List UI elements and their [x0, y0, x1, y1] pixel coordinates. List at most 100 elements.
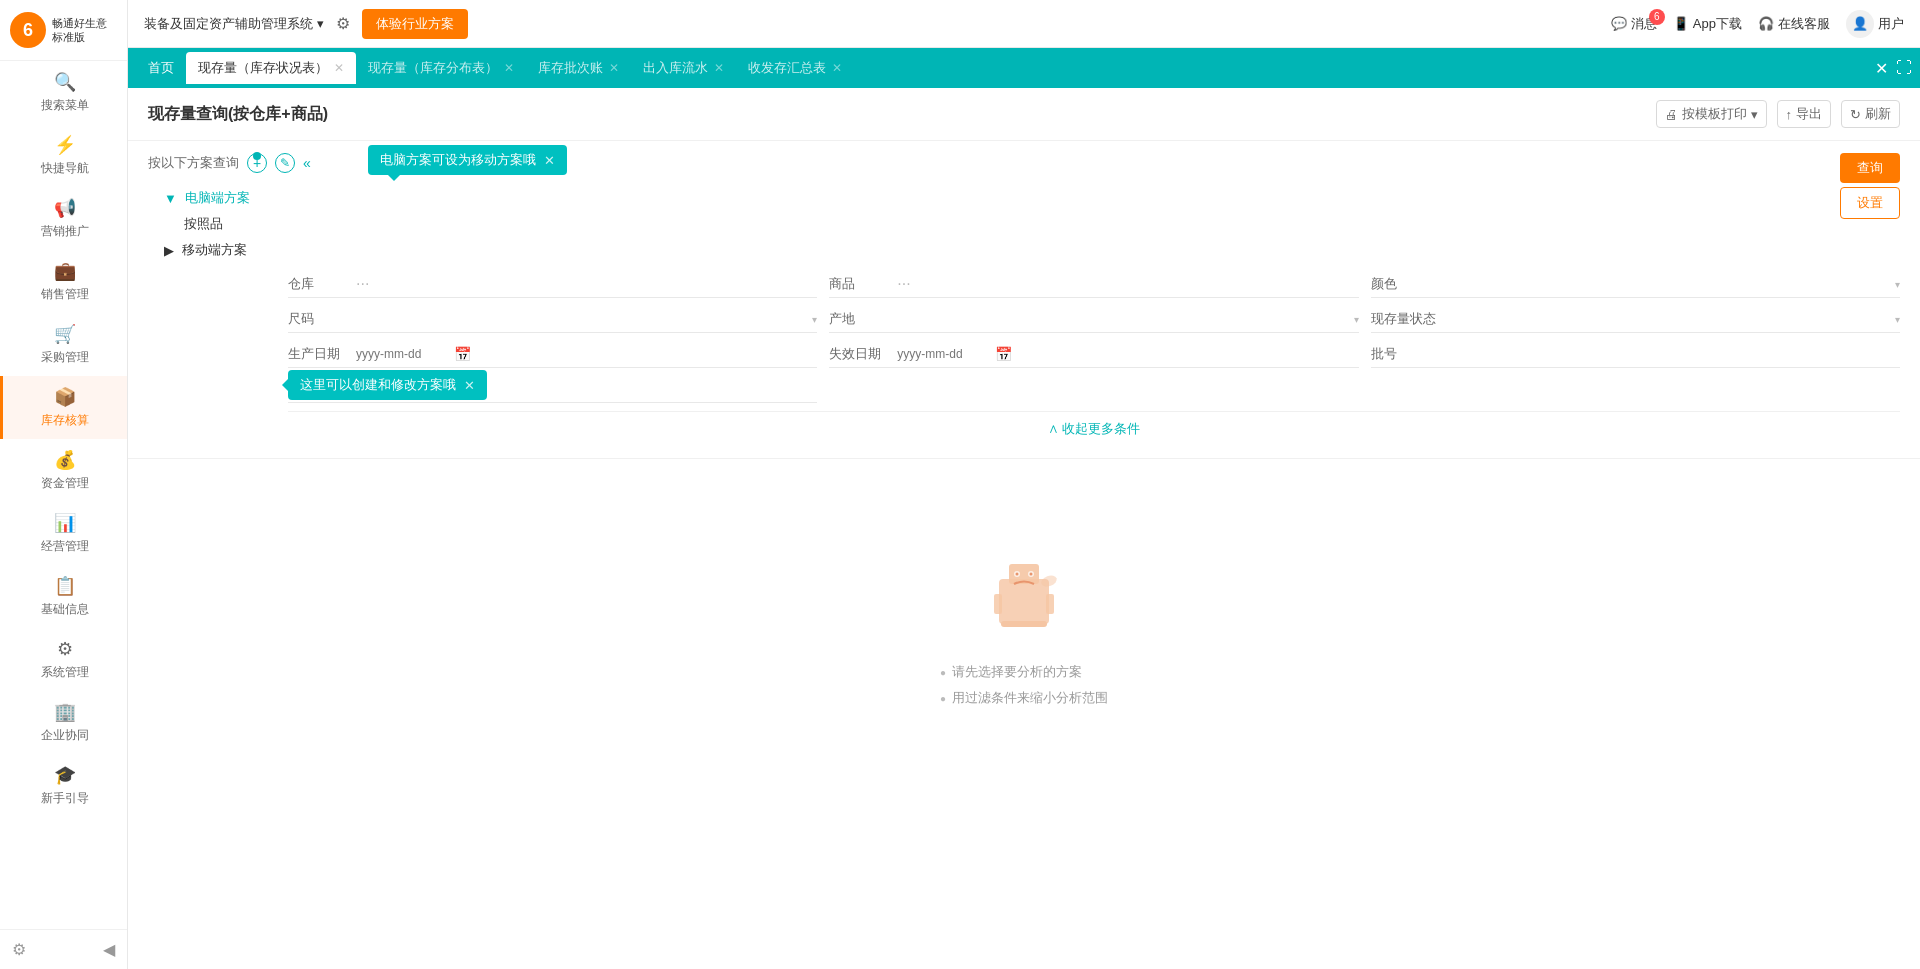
tab-close-inout[interactable]: ✕ [714, 61, 724, 75]
sales-icon: 💼 [54, 260, 76, 282]
sidebar-item-operations[interactable]: 📊 经营管理 [0, 502, 127, 565]
warehouse-dots: ··· [356, 275, 369, 293]
svg-rect-6 [994, 594, 1002, 614]
sidebar-item-inventory[interactable]: 📦 库存核算 [0, 376, 127, 439]
filter-header: 按以下方案查询 + ✎ « 电脑方案可设为移动方案哦 ✕ [148, 153, 1900, 173]
tab-close-inventory-status[interactable]: ✕ [334, 61, 344, 75]
tab-close-all-icon[interactable]: ✕ [1875, 59, 1888, 78]
settings-icon[interactable]: ⚙ [12, 940, 26, 959]
tab-inout-flow[interactable]: 出入库流水 ✕ [631, 52, 736, 84]
refresh-btn[interactable]: ↻ 刷新 [1841, 100, 1900, 128]
system-selector[interactable]: 装备及固定资产辅助管理系统 ▾ [144, 15, 324, 33]
size-input[interactable] [356, 312, 804, 327]
tab-fullscreen-icon[interactable]: ⛶ [1896, 59, 1912, 78]
empty-tip-1: 请先选择要分析的方案 [940, 659, 1108, 685]
batch-input[interactable] [1439, 347, 1900, 362]
search-btn[interactable]: 查询 [1840, 153, 1900, 183]
logo-icon: 6 [10, 12, 46, 48]
sidebar-item-system[interactable]: ⚙ 系统管理 [0, 628, 127, 691]
sidebar-item-search[interactable]: 🔍 搜索菜单 [0, 61, 127, 124]
origin-input[interactable] [897, 312, 1345, 327]
sidebar-item-enterprise[interactable]: 🏢 企业协同 [0, 691, 127, 754]
origin-dropdown-icon[interactable]: ▾ [1354, 314, 1359, 325]
tab-bar-controls: ✕ ⛶ [1875, 59, 1912, 78]
sidebar-item-purchase[interactable]: 🛒 采购管理 [0, 313, 127, 376]
topbar-left: 装备及固定资产辅助管理系统 ▾ ⚙ 体验行业方案 [144, 9, 468, 39]
calendar-icon-expiry[interactable]: 📅 [995, 346, 1012, 362]
sidebar: 6 畅通好生意 标准版 🔍 搜索菜单 ⚡ 快捷导航 📢 营销推广 💼 销售管理 … [0, 0, 128, 969]
sidebar-item-marketing[interactable]: 📢 营销推广 [0, 187, 127, 250]
filter-add-btn[interactable]: + [247, 153, 267, 173]
expiry-date-input[interactable] [897, 347, 987, 361]
print-btn[interactable]: 🖨 按模板打印 ▾ [1656, 100, 1767, 128]
svg-rect-7 [1046, 594, 1054, 614]
color-dropdown-icon[interactable]: ▾ [1895, 279, 1900, 290]
batch-field: 批号 [1371, 345, 1900, 368]
sidebar-item-guide[interactable]: 🎓 新手引导 [0, 754, 127, 817]
production-date-input[interactable] [356, 347, 446, 361]
purchase-icon: 🛒 [54, 323, 76, 345]
scheme-expand-icon: ▼ [164, 191, 177, 206]
production-date-field: 生产日期 📅 [288, 345, 817, 368]
scheme-desktop-sub[interactable]: 按照品 [156, 211, 286, 237]
user-avatar: 👤 [1846, 10, 1874, 38]
tab-close-inventory-dist[interactable]: ✕ [504, 61, 514, 75]
collapse-icon: ∧ [1048, 421, 1059, 436]
industry-btn[interactable]: 体验行业方案 [362, 9, 468, 39]
scheme-mobile[interactable]: ▶ 移动端方案 [156, 237, 286, 263]
sidebar-item-sales[interactable]: 💼 销售管理 [0, 250, 127, 313]
goods-field: 商品 ··· [829, 275, 1358, 298]
export-btn[interactable]: ↑ 导出 [1777, 100, 1832, 128]
logo-text: 畅通好生意 标准版 [52, 16, 107, 45]
expiry-date-field: 失效日期 📅 [829, 345, 1358, 368]
filter-edit-btn[interactable]: ✎ [275, 153, 295, 173]
filter-arrow-btn[interactable]: « [303, 155, 311, 171]
support-action[interactable]: 🎧 在线客服 [1758, 15, 1830, 33]
create-tooltip-close[interactable]: ✕ [464, 378, 475, 393]
size-dropdown-icon[interactable]: ▾ [812, 314, 817, 325]
tab-inventory-status[interactable]: 现存量（库存状况表） ✕ [186, 52, 356, 84]
sidebar-item-finance[interactable]: 💰 资金管理 [0, 439, 127, 502]
marketing-icon: 📢 [54, 197, 76, 219]
message-action[interactable]: 💬 6 消息 [1611, 15, 1657, 33]
message-badge: 6 [1649, 9, 1665, 25]
tab-home[interactable]: 首页 [136, 59, 186, 77]
message-icon: 💬 [1611, 16, 1627, 31]
scheme-section: ▼ 电脑端方案 按照品 ▶ 移动端方案 这里可以创建和修改方案哦 ✕ [148, 185, 1900, 275]
page-actions: 🖨 按模板打印 ▾ ↑ 导出 ↻ 刷新 [1656, 100, 1901, 128]
page-content: 现存量查询(按仓库+商品) 🖨 按模板打印 ▾ ↑ 导出 ↻ 刷新 [128, 88, 1920, 969]
inventory-status-dropdown-icon[interactable]: ▾ [1895, 314, 1900, 325]
basic-icon: 📋 [54, 575, 76, 597]
sidebar-bottom: ⚙ ◀ [0, 929, 127, 969]
tab-close-batch[interactable]: ✕ [609, 61, 619, 75]
reset-btn[interactable]: 设置 [1840, 187, 1900, 219]
collapse-sidebar-icon[interactable]: ◀ [103, 940, 115, 959]
svg-point-4 [1016, 573, 1019, 576]
filter-fields: 仓库 ··· 商品 ··· 颜色 ▾ [148, 275, 1900, 446]
calendar-icon-production[interactable]: 📅 [454, 346, 471, 362]
tab-receive-summary[interactable]: 收发存汇总表 ✕ [736, 52, 854, 84]
sidebar-item-quicknav[interactable]: ⚡ 快捷导航 [0, 124, 127, 187]
topbar-right: 💬 6 消息 📱 App下载 🎧 在线客服 👤 用户 [1611, 10, 1904, 38]
app-download-action[interactable]: 📱 App下载 [1673, 15, 1742, 33]
svg-rect-0 [999, 579, 1049, 624]
tab-inventory-dist[interactable]: 现存量（库存分布表） ✕ [356, 52, 526, 84]
main-content: 装备及固定资产辅助管理系统 ▾ ⚙ 体验行业方案 💬 6 消息 📱 App下载 … [128, 0, 1920, 969]
collapse-btn[interactable]: ∧ 收起更多条件 [288, 411, 1900, 446]
color-input[interactable] [1439, 277, 1887, 292]
tab-batch-account[interactable]: 库存批次账 ✕ [526, 52, 631, 84]
tab-close-receive[interactable]: ✕ [832, 61, 842, 75]
topbar-settings-icon[interactable]: ⚙ [336, 14, 350, 33]
sidebar-item-basic[interactable]: 📋 基础信息 [0, 565, 127, 628]
guide-icon: 🎓 [54, 764, 76, 786]
origin-field: 产地 ▾ [829, 310, 1358, 333]
operations-icon: 📊 [54, 512, 76, 534]
inventory-status-input[interactable] [1444, 312, 1887, 327]
topbar: 装备及固定资产辅助管理系统 ▾ ⚙ 体验行业方案 💬 6 消息 📱 App下载 … [128, 0, 1920, 48]
scheme-desktop[interactable]: ▼ 电脑端方案 [156, 185, 286, 211]
quicknav-icon: ⚡ [54, 134, 76, 156]
user-action[interactable]: 👤 用户 [1846, 10, 1904, 38]
scheme-tooltip: 电脑方案可设为移动方案哦 ✕ [368, 145, 567, 175]
scheme-tooltip-close[interactable]: ✕ [544, 153, 555, 168]
empty-tips: 请先选择要分析的方案 用过滤条件来缩小分析范围 [940, 659, 1108, 711]
